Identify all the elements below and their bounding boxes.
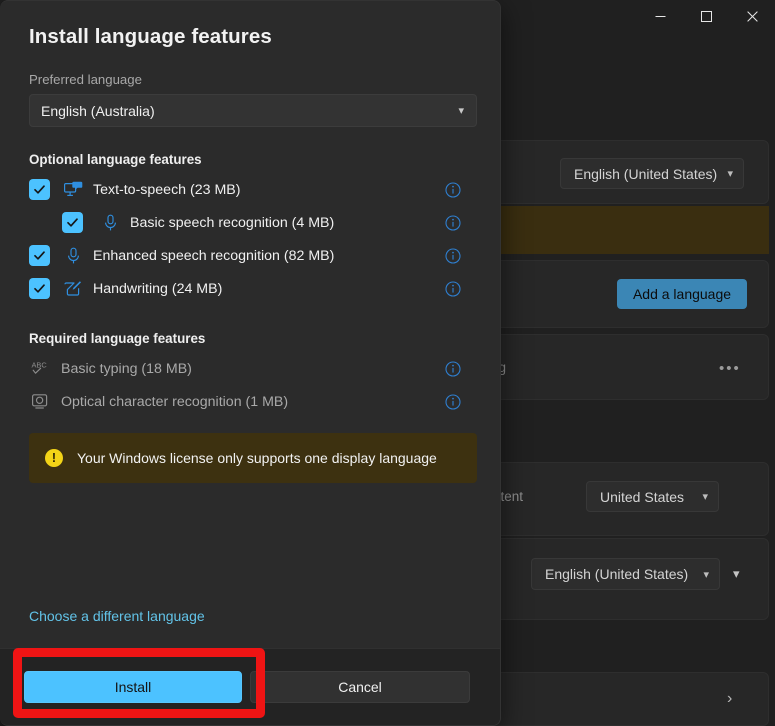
chevron-down-icon: ▾ bbox=[458, 105, 464, 117]
handwriting-pen-icon bbox=[62, 279, 84, 299]
add-a-language-button[interactable]: Add a language bbox=[617, 279, 747, 309]
checkbox-basic-speech-recognition[interactable] bbox=[62, 212, 83, 233]
feature-row-text-to-speech[interactable]: Text-to-speech (23 MB) bbox=[29, 173, 476, 206]
ocr-scanner-icon bbox=[30, 392, 52, 412]
feature-row-enhanced-speech-recognition[interactable]: Enhanced speech recognition (82 MB) bbox=[29, 239, 476, 272]
info-icon[interactable] bbox=[445, 181, 461, 198]
cancel-button[interactable]: Cancel bbox=[250, 671, 470, 703]
dialog-footer: Install Cancel bbox=[0, 648, 500, 725]
overflow-menu-icon[interactable]: ••• bbox=[719, 361, 741, 376]
checkmark-icon bbox=[34, 185, 45, 194]
feature-label: Basic speech recognition (4 MB) bbox=[130, 214, 335, 231]
close-button[interactable] bbox=[729, 0, 775, 32]
checkbox-enhanced-speech-recognition[interactable] bbox=[29, 245, 50, 266]
info-icon[interactable] bbox=[445, 280, 461, 297]
abc-spellcheck-icon: ABC bbox=[30, 359, 52, 379]
info-icon[interactable] bbox=[445, 247, 461, 264]
chevron-down-icon: ▾ bbox=[702, 491, 708, 503]
install-language-features-dialog: Install language features Preferred lang… bbox=[0, 0, 501, 726]
choose-different-language-link[interactable]: Choose a different language bbox=[29, 608, 205, 624]
country-region-value: United States bbox=[600, 488, 685, 505]
feature-label: Text-to-speech (23 MB) bbox=[93, 181, 241, 198]
close-icon bbox=[746, 10, 758, 22]
feature-row-handwriting[interactable]: Handwriting (24 MB) bbox=[29, 272, 476, 305]
feature-row-basic-typing: ABC Basic typing (18 MB) bbox=[29, 352, 476, 385]
dialog-title: Install language features bbox=[29, 25, 272, 48]
checkbox-handwriting[interactable] bbox=[29, 278, 50, 299]
display-language-combo-value: English (United States) bbox=[574, 165, 718, 182]
feature-label: Enhanced speech recognition (82 MB) bbox=[93, 247, 335, 264]
chevron-down-icon: ▾ bbox=[727, 168, 733, 180]
svg-text:ABC: ABC bbox=[32, 360, 48, 369]
warning-icon: ! bbox=[45, 449, 63, 467]
feature-label: Basic typing (18 MB) bbox=[61, 360, 192, 377]
checkbox-text-to-speech[interactable] bbox=[29, 179, 50, 200]
preferred-language-value: English (Australia) bbox=[41, 102, 155, 119]
text-to-speech-icon bbox=[62, 180, 84, 200]
minimize-button[interactable] bbox=[637, 0, 683, 32]
chevron-down-icon: ▾ bbox=[703, 568, 709, 581]
maximize-button[interactable] bbox=[683, 0, 729, 32]
required-features-heading: Required language features bbox=[29, 331, 206, 346]
regional-format-value: English (United States) bbox=[545, 566, 689, 582]
microphone-icon bbox=[62, 246, 84, 266]
info-icon[interactable] bbox=[445, 214, 461, 231]
microphone-icon bbox=[99, 213, 121, 233]
install-button[interactable]: Install bbox=[24, 671, 242, 703]
minimize-icon bbox=[655, 15, 665, 17]
info-icon[interactable] bbox=[445, 360, 461, 377]
chevron-right-icon[interactable]: › bbox=[727, 690, 732, 708]
feature-row-optical-character-recognition: Optical character recognition (1 MB) bbox=[29, 385, 476, 418]
checkmark-icon bbox=[34, 284, 45, 293]
maximize-icon bbox=[700, 10, 712, 22]
display-language-combo[interactable]: English (United States) ▾ bbox=[560, 158, 744, 189]
country-region-combo[interactable]: United States ▾ bbox=[586, 481, 719, 512]
regional-format-combo[interactable]: English (United States) ▾ bbox=[531, 558, 720, 590]
checkmark-icon bbox=[67, 218, 78, 227]
expand-regional-format-icon[interactable]: ▾ bbox=[733, 566, 740, 582]
license-warning-banner: ! Your Windows license only supports one… bbox=[29, 433, 477, 483]
preferred-language-label: Preferred language bbox=[29, 72, 142, 87]
feature-row-basic-speech-recognition[interactable]: Basic speech recognition (4 MB) bbox=[29, 206, 476, 239]
info-icon[interactable] bbox=[445, 393, 461, 410]
feature-label: Handwriting (24 MB) bbox=[93, 280, 223, 297]
dialog-body: Install language features Preferred lang… bbox=[0, 1, 500, 648]
checkmark-icon bbox=[34, 251, 45, 260]
optional-features-heading: Optional language features bbox=[29, 152, 202, 167]
preferred-language-dropdown[interactable]: English (Australia) ▾ bbox=[29, 94, 477, 127]
license-warning-text: Your Windows license only supports one d… bbox=[77, 450, 437, 466]
feature-label: Optical character recognition (1 MB) bbox=[61, 393, 289, 410]
